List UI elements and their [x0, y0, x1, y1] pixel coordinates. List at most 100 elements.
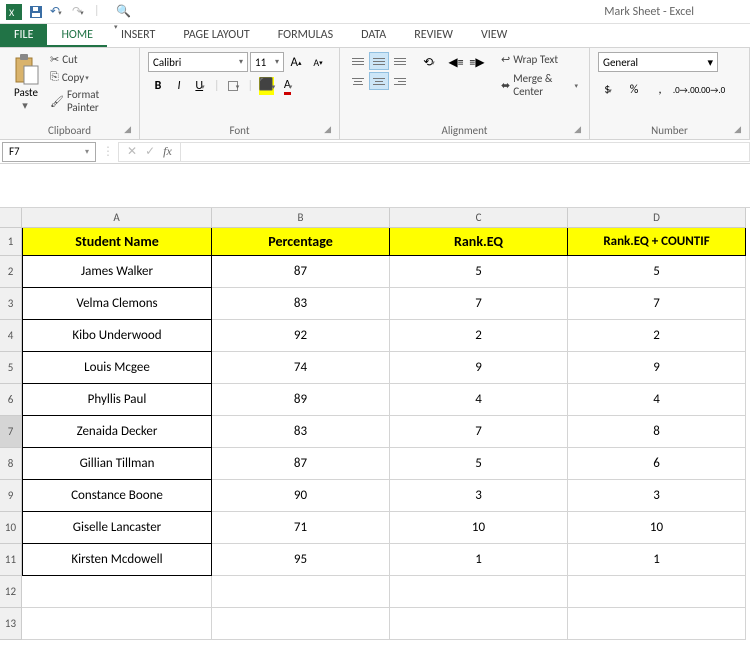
- underline-button[interactable]: U▾: [190, 76, 210, 96]
- paste-button[interactable]: Paste ▾: [8, 52, 44, 114]
- cell[interactable]: 7: [568, 288, 746, 320]
- font-color-button[interactable]: A▾: [278, 76, 298, 96]
- tab-pagelayout[interactable]: PAGE LAYOUT: [169, 24, 263, 47]
- row-header[interactable]: 9: [0, 480, 22, 512]
- align-left-button[interactable]: [348, 72, 368, 90]
- cell[interactable]: 1: [390, 544, 568, 576]
- cell[interactable]: Gillian Tillman: [22, 448, 212, 480]
- increase-decimal-button[interactable]: .0→.00: [676, 80, 696, 100]
- row-header[interactable]: 3: [0, 288, 22, 320]
- col-header[interactable]: C: [390, 208, 568, 228]
- cell[interactable]: 10: [390, 512, 568, 544]
- dialog-launcher-icon[interactable]: ◢: [324, 124, 331, 135]
- decrease-indent-button[interactable]: ◀≡: [446, 52, 466, 72]
- cell[interactable]: 90: [212, 480, 390, 512]
- italic-button[interactable]: I: [169, 76, 189, 96]
- row-header[interactable]: 12: [0, 576, 22, 608]
- tab-file[interactable]: FILE: [0, 24, 47, 47]
- cell[interactable]: Giselle Lancaster: [22, 512, 212, 544]
- cell[interactable]: Kibo Underwood: [22, 320, 212, 352]
- row-header[interactable]: 1: [0, 228, 22, 256]
- undo-icon[interactable]: ↶▾: [50, 4, 66, 20]
- cell[interactable]: 74: [212, 352, 390, 384]
- increase-font-icon[interactable]: A▴: [286, 52, 306, 72]
- cell[interactable]: Phyllis Paul: [22, 384, 212, 416]
- cell[interactable]: 7: [390, 416, 568, 448]
- cell[interactable]: 4: [390, 384, 568, 416]
- number-format-combo[interactable]: General▾: [598, 52, 718, 72]
- cell[interactable]: 2: [390, 320, 568, 352]
- tab-review[interactable]: REVIEW: [400, 24, 467, 47]
- cell[interactable]: 83: [212, 288, 390, 320]
- cell[interactable]: 5: [568, 256, 746, 288]
- save-icon[interactable]: [28, 4, 44, 20]
- cell[interactable]: 9: [390, 352, 568, 384]
- dialog-launcher-icon[interactable]: ◢: [574, 124, 581, 135]
- cell[interactable]: 87: [212, 256, 390, 288]
- fx-icon[interactable]: fx: [163, 144, 172, 159]
- select-all-corner[interactable]: [0, 208, 22, 228]
- align-middle-button[interactable]: [369, 52, 389, 70]
- tab-home[interactable]: HOME: [47, 24, 107, 47]
- row-header[interactable]: 5: [0, 352, 22, 384]
- copy-button[interactable]: ⎘Copy▾: [47, 69, 131, 85]
- cell[interactable]: 7: [390, 288, 568, 320]
- orientation-button[interactable]: ⟲▾: [419, 52, 439, 72]
- bold-button[interactable]: B: [148, 76, 168, 96]
- name-box[interactable]: F7▾: [2, 142, 96, 162]
- cell[interactable]: Zenaida Decker: [22, 416, 212, 448]
- cancel-icon[interactable]: ✕: [127, 144, 137, 159]
- row-header[interactable]: 4: [0, 320, 22, 352]
- tab-formulas[interactable]: FORMULAS: [264, 24, 347, 47]
- cell[interactable]: 10: [568, 512, 746, 544]
- row-header[interactable]: 13: [0, 608, 22, 640]
- tab-insert[interactable]: INSERT: [107, 24, 169, 47]
- format-painter-button[interactable]: 🖌Format Painter: [47, 87, 131, 115]
- cell[interactable]: 83: [212, 416, 390, 448]
- cell[interactable]: 5: [390, 256, 568, 288]
- cell[interactable]: Constance Boone: [22, 480, 212, 512]
- cell[interactable]: 71: [212, 512, 390, 544]
- col-header[interactable]: D: [568, 208, 746, 228]
- font-size-combo[interactable]: 11▾: [250, 52, 284, 72]
- cell[interactable]: Kirsten Mcdowell: [22, 544, 212, 576]
- cell[interactable]: 6: [568, 448, 746, 480]
- cell[interactable]: 87: [212, 448, 390, 480]
- align-right-button[interactable]: [390, 72, 410, 90]
- cell[interactable]: 4: [568, 384, 746, 416]
- wrap-text-button[interactable]: ↩Wrap Text: [498, 52, 581, 67]
- cell[interactable]: 3: [390, 480, 568, 512]
- row-header[interactable]: 10: [0, 512, 22, 544]
- cell[interactable]: Velma Clemons: [22, 288, 212, 320]
- enter-icon[interactable]: ✓: [145, 144, 155, 159]
- col-header[interactable]: B: [212, 208, 390, 228]
- percent-button[interactable]: %: [624, 80, 644, 100]
- borders-button[interactable]: ▾: [224, 76, 244, 96]
- cell[interactable]: 89: [212, 384, 390, 416]
- row-header[interactable]: 11: [0, 544, 22, 576]
- increase-indent-button[interactable]: ≡▶: [467, 52, 487, 72]
- row-header[interactable]: 6: [0, 384, 22, 416]
- cell[interactable]: 3: [568, 480, 746, 512]
- fill-color-button[interactable]: ⬛▾: [257, 76, 277, 96]
- align-bottom-button[interactable]: [390, 52, 410, 70]
- cut-button[interactable]: ✂Cut: [47, 52, 131, 67]
- cell[interactable]: 8: [568, 416, 746, 448]
- header-cell[interactable]: Rank.EQ: [390, 228, 568, 256]
- merge-center-button[interactable]: ⬌Merge & Center▾: [498, 71, 581, 99]
- header-cell[interactable]: Percentage: [212, 228, 390, 256]
- tab-data[interactable]: DATA: [347, 24, 400, 47]
- header-cell[interactable]: Student Name: [22, 228, 212, 256]
- row-header[interactable]: 7: [0, 416, 22, 448]
- font-name-combo[interactable]: Calibri▾: [148, 52, 248, 72]
- row-header[interactable]: 8: [0, 448, 22, 480]
- decrease-decimal-button[interactable]: .00→.0: [702, 80, 722, 100]
- align-center-button[interactable]: [369, 72, 389, 90]
- cell[interactable]: 1: [568, 544, 746, 576]
- currency-button[interactable]: $▾: [598, 80, 618, 100]
- cell[interactable]: 9: [568, 352, 746, 384]
- dialog-launcher-icon[interactable]: ◢: [734, 124, 741, 135]
- cell[interactable]: 5: [390, 448, 568, 480]
- redo-icon[interactable]: ↷▾: [72, 4, 88, 20]
- cell[interactable]: 92: [212, 320, 390, 352]
